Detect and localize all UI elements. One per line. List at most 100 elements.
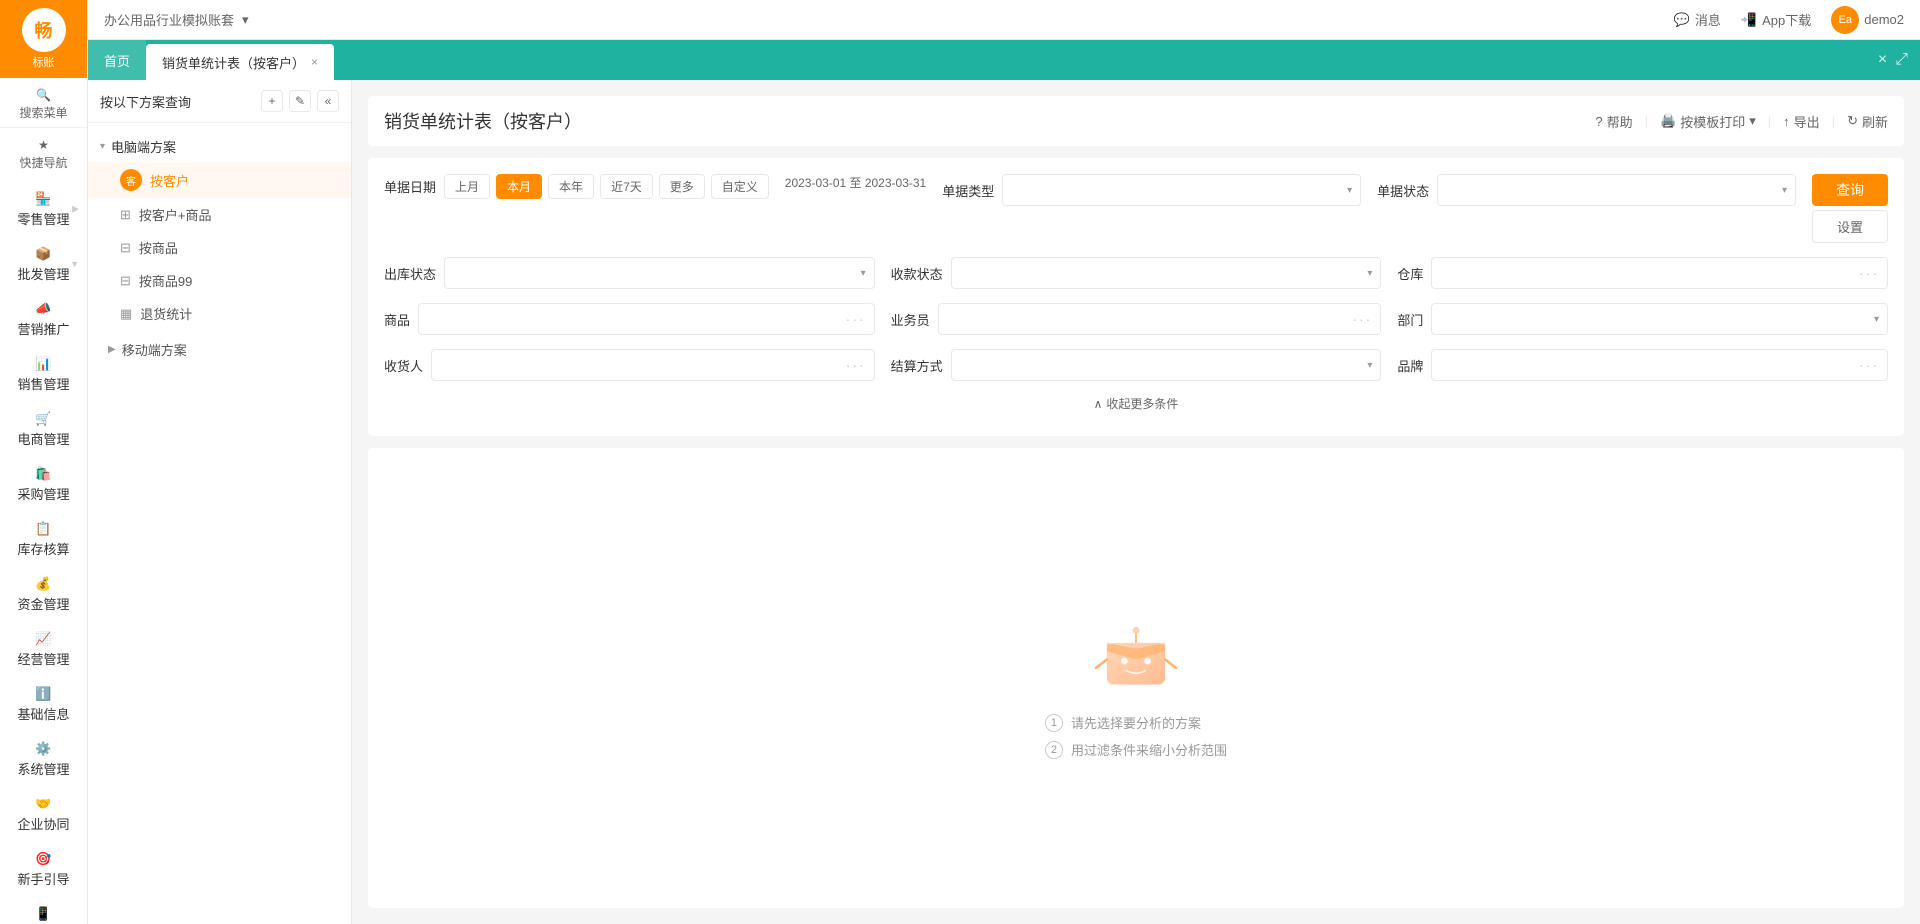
- date-btn-last-month[interactable]: 上月: [444, 174, 490, 199]
- settings-btn[interactable]: 设置: [1812, 210, 1888, 243]
- table-icon: ⊟: [120, 240, 131, 256]
- department-select[interactable]: ▾: [1431, 303, 1888, 335]
- tree-item-return-stat[interactable]: ▦ 退货统计: [88, 297, 351, 330]
- receiver-dots: ···: [846, 357, 866, 373]
- marketing-icon: 📣: [35, 301, 51, 317]
- date-btn-this-year[interactable]: 本年: [548, 174, 594, 199]
- date-btn-custom[interactable]: 自定义: [711, 174, 769, 199]
- search-icon: 🔍: [36, 88, 51, 102]
- salesperson-select[interactable]: ···: [938, 303, 1382, 335]
- sidebar-item-sales-mgmt[interactable]: 📊 销售管理: [0, 346, 87, 401]
- order-type-label: 单据类型: [942, 181, 994, 200]
- sidebar-item-label: 销售管理: [17, 374, 69, 393]
- tree-collapsed-icon: ▶: [108, 344, 116, 355]
- tabbar: 首页 销货单统计表（按客户） × × ⤢: [88, 40, 1920, 80]
- sidebar-logo: 畅 标账: [0, 0, 87, 78]
- tree-item-by-goods-99[interactable]: ⊟ 按商品99: [88, 264, 351, 297]
- sidebar-item-label: 库存核算: [17, 539, 69, 558]
- info-icon: ℹ️: [35, 686, 51, 702]
- tab-sales-stat[interactable]: 销货单统计表（按客户） ×: [146, 44, 334, 80]
- tab-maximize-btn[interactable]: ⤢: [1895, 51, 1908, 69]
- chart-icon: ▦: [120, 306, 132, 322]
- refresh-btn[interactable]: ↻ 刷新: [1847, 112, 1888, 131]
- sales-icon: 📊: [35, 356, 51, 372]
- add-scheme-btn[interactable]: +: [261, 90, 283, 112]
- edit-scheme-btn[interactable]: ✎: [289, 90, 311, 112]
- user-profile-btn[interactable]: Ea demo2: [1831, 6, 1904, 34]
- sidebar-item-label: 新手引导: [17, 869, 69, 888]
- divider2: |: [1768, 114, 1771, 129]
- message-btn[interactable]: 💬 消息: [1674, 10, 1721, 29]
- left-panel-header: 按以下方案查询 + ✎ «: [88, 80, 351, 123]
- date-label: 单据日期: [384, 177, 436, 196]
- divider3: |: [1832, 114, 1835, 129]
- goods-select[interactable]: ···: [418, 303, 875, 335]
- department-label: 部门: [1397, 310, 1423, 329]
- tree-group-desktop-header[interactable]: ▾ 电脑端方案: [88, 131, 351, 162]
- export-btn[interactable]: ↑ 导出: [1783, 112, 1820, 131]
- sidebar-item-inventory[interactable]: 📋 库存核算: [0, 511, 87, 566]
- collapse-label: 收起更多条件: [1106, 395, 1178, 412]
- tree-item-by-goods[interactable]: ⊟ 按商品: [88, 231, 351, 264]
- sidebar-item-marketing[interactable]: 📣 营销推广: [0, 291, 87, 346]
- sidebar-item-new-user[interactable]: 🎯 新手引导: [0, 841, 87, 896]
- retail-icon: 🏪: [35, 191, 51, 207]
- settle-arrow-icon: ▾: [1367, 360, 1372, 371]
- sidebar-item-purchase-mgmt[interactable]: 🛍️ 采购管理: [0, 456, 87, 511]
- divider: |: [1645, 114, 1648, 129]
- receiver-label: 收货人: [384, 356, 423, 375]
- tree-item-by-customer-goods[interactable]: ⊞ 按客户+商品: [88, 198, 351, 231]
- sidebar-item-wholesale-mgmt[interactable]: 📦 批发管理 ▼: [0, 236, 87, 291]
- tab-home[interactable]: 首页: [88, 40, 146, 80]
- tree-item-label: 按商品99: [139, 271, 192, 290]
- out-status-select[interactable]: ▾: [444, 257, 875, 289]
- home-tab-label: 首页: [104, 51, 130, 70]
- sidebar-item-operation-mgmt[interactable]: 📈 经营管理: [0, 621, 87, 676]
- brand-dots: ···: [1859, 357, 1879, 373]
- tree-group-mobile: ▶ 移动端方案: [88, 334, 351, 365]
- tree-item-by-customer[interactable]: 客 按客户: [88, 162, 351, 198]
- app-download-btn[interactable]: 📲 App下载: [1741, 10, 1811, 29]
- sidebar-item-quick-nav[interactable]: ★ 快捷导航: [0, 128, 87, 177]
- order-status-select[interactable]: ▾: [1437, 174, 1796, 206]
- tab-minimize-btn[interactable]: ×: [1878, 51, 1887, 69]
- table2-icon: ⊟: [120, 273, 131, 289]
- tab-close-btn[interactable]: ×: [311, 55, 318, 69]
- brand-select[interactable]: ···: [1431, 349, 1888, 381]
- collapse-bar[interactable]: ∧ 收起更多条件: [384, 387, 1888, 420]
- warehouse-select[interactable]: ···: [1431, 257, 1888, 289]
- tree-item-label: 按客户+商品: [139, 205, 212, 224]
- order-status-arrow-icon: ▾: [1782, 185, 1787, 196]
- tree-group-mobile-header[interactable]: ▶ 移动端方案: [88, 334, 351, 365]
- print-btn[interactable]: 🖨️ 按模板打印 ▾: [1660, 112, 1756, 131]
- order-type-select[interactable]: ▾: [1002, 174, 1361, 206]
- industry-dropdown-icon[interactable]: ▾: [242, 12, 249, 28]
- print-dropdown-icon: ▾: [1749, 113, 1756, 129]
- sidebar-nav: 🏪 零售管理 ▶ 📦 批发管理 ▼ 📣 营销推广 📊 销售管理 🛒 电商管理 🛍…: [0, 177, 87, 924]
- sidebar-item-label: 系统管理: [17, 759, 69, 778]
- help-btn[interactable]: ? 帮助: [1595, 112, 1632, 131]
- sales-stat-tab-label: 销货单统计表（按客户）: [162, 53, 305, 72]
- date-btn-this-month[interactable]: 本月: [496, 174, 542, 199]
- date-btn-7days[interactable]: 近7天: [600, 174, 653, 199]
- department-arrow-icon: ▾: [1874, 314, 1879, 325]
- sidebar-item-search-menu[interactable]: 🔍 搜索菜单: [0, 78, 87, 128]
- order-status-label: 单据状态: [1377, 181, 1429, 200]
- sidebar-item-finance-mgmt[interactable]: 💰 资金管理: [0, 566, 87, 621]
- pay-status-select[interactable]: ▾: [951, 257, 1382, 289]
- tip-2-text: 用过滤条件来缩小分析范围: [1071, 740, 1227, 759]
- settle-select[interactable]: ▾: [951, 349, 1382, 381]
- receiver-select[interactable]: ···: [431, 349, 875, 381]
- logo-icon: 畅: [22, 8, 66, 52]
- sidebar-item-app-center[interactable]: 📱 应用中心: [0, 896, 87, 924]
- sidebar-item-enterprise-coop[interactable]: 🤝 企业协同: [0, 786, 87, 841]
- purchase-icon: 🛍️: [35, 466, 51, 482]
- collapse-panel-btn[interactable]: «: [317, 90, 339, 112]
- sidebar-item-basic-info[interactable]: ℹ️ 基础信息: [0, 676, 87, 731]
- refresh-label: 刷新: [1862, 112, 1888, 131]
- sidebar-item-retail-mgmt[interactable]: 🏪 零售管理 ▶: [0, 181, 87, 236]
- query-btn[interactable]: 查询: [1812, 174, 1888, 206]
- date-btn-more[interactable]: 更多: [659, 174, 705, 199]
- sidebar-item-sys-mgmt[interactable]: ⚙️ 系统管理: [0, 731, 87, 786]
- sidebar-item-ecommerce-mgmt[interactable]: 🛒 电商管理: [0, 401, 87, 456]
